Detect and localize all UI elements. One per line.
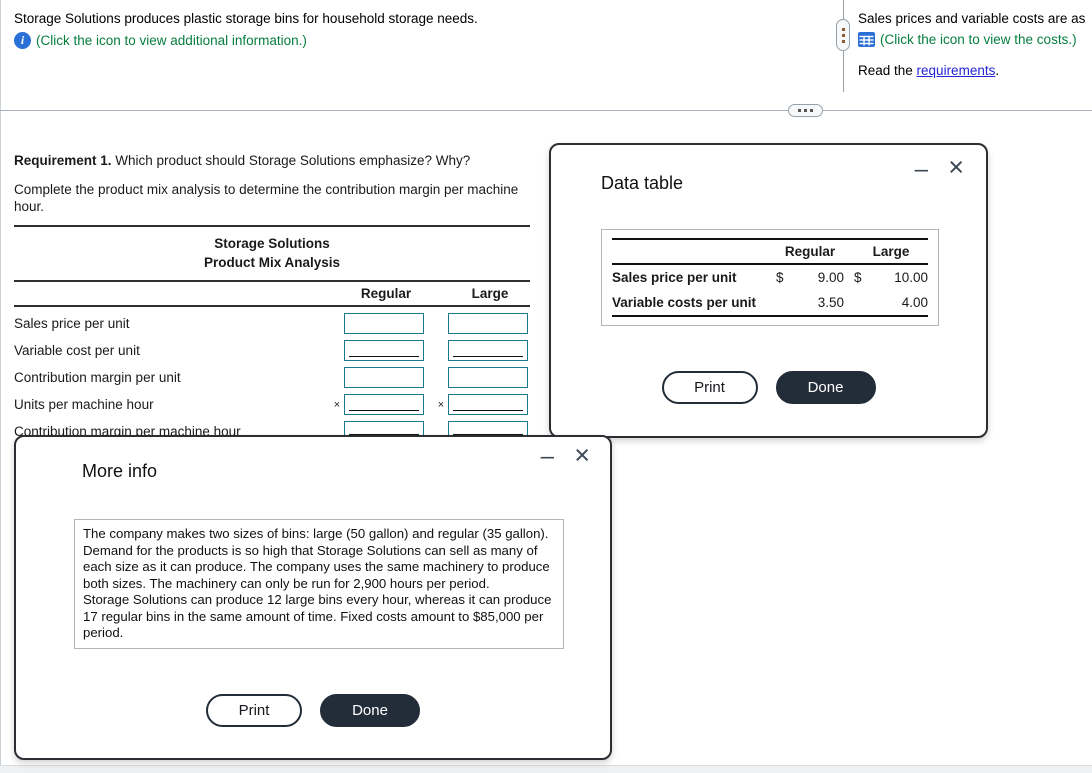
more-info-buttons: Print Done [16,694,610,727]
more-info-modal: More info – × The company makes two size… [14,435,612,760]
costs-intro-text: Sales prices and variable costs are as [858,11,1086,26]
table-titles: Storage Solutions Product Mix Analysis [14,225,530,282]
requirements-link[interactable]: requirements [917,63,996,78]
data-row-sales-price: Sales price per unit $ 9.00 $ 10.00 [612,265,928,290]
value-regular: 9.00 [817,270,844,285]
value-large: 10.00 [894,270,928,285]
multiply-symbol: × [333,398,341,411]
close-icon[interactable]: × [948,154,964,181]
table-body: Sales price per unit Variable cost per u… [14,307,530,451]
instruction-text: Complete the product mix analysis to det… [14,182,519,214]
problem-intro-pane: Storage Solutions produces plastic stora… [14,10,814,49]
costs-intro-pane: Sales prices and variable costs are as (… [858,10,1092,78]
read-suffix: . [995,63,1000,78]
column-header-regular: Regular [360,286,412,301]
input-sales-price-regular[interactable] [344,313,424,334]
row-label: Variable cost per unit [14,343,140,358]
input-contribution-margin-large[interactable] [448,367,528,388]
row-label: Units per machine hour [14,397,154,412]
read-requirements-line: Read the requirements. [858,63,1092,78]
data-table-header: Regular Large [612,240,928,265]
value-regular: 3.50 [817,295,844,310]
print-button[interactable]: Print [661,371,758,404]
answer-pane: Requirement 1. Which product should Stor… [14,145,530,451]
print-button[interactable]: Print [206,694,302,727]
data-row-variable-costs: Variable costs per unit 3.50 4.00 [612,290,928,315]
bottom-scroll-strip [0,765,1092,773]
exercise-page: Storage Solutions produces plastic stora… [0,0,1092,773]
table-row-units-per-hour: Units per machine hour × × [14,391,530,418]
column-header-large: Large [471,286,509,301]
input-variable-cost-large[interactable] [448,340,528,361]
product-mix-table: Storage Solutions Product Mix Analysis R… [14,225,530,451]
done-button[interactable]: Done [320,694,420,727]
more-info-paragraph-1: The company makes two sizes of bins: lar… [83,526,550,591]
data-col-large: Large [872,244,910,259]
problem-intro-text: Storage Solutions produces plastic stora… [14,11,478,26]
value-large: 4.00 [901,295,928,310]
table-header-row: Regular Large [14,282,530,307]
read-prefix: Read the [858,63,917,78]
data-table-modal-title: Data table [601,173,684,193]
row-label: Contribution margin per unit [14,370,181,385]
data-table-modal: Data table – × Regular Large Sales price… [549,143,988,438]
currency-symbol: $ [776,270,784,285]
more-info-modal-title: More info [82,461,158,481]
page-left-border [0,0,1,773]
info-icon[interactable]: i [14,32,31,49]
row-label: Sales price per unit [14,316,130,331]
more-info-paragraph-2: Storage Solutions can produce 12 large b… [83,592,552,640]
table-row-sales-price: Sales price per unit [14,310,530,337]
data-row-label: Sales price per unit [612,270,737,285]
more-info-text-box: The company makes two sizes of bins: lar… [74,519,564,649]
data-modal-buttons: Print Done [551,371,986,404]
multiply-symbol: × [437,398,445,411]
requirement-question: Which product should Storage Solutions e… [111,153,471,168]
data-row-label: Variable costs per unit [612,295,757,310]
close-icon[interactable]: × [574,442,590,469]
input-units-per-hour-regular[interactable] [344,394,424,415]
minimize-icon[interactable]: – [541,445,554,469]
input-variable-cost-regular[interactable] [344,340,424,361]
data-table: Regular Large Sales price per unit $ 9.0… [612,238,928,317]
input-sales-price-large[interactable] [448,313,528,334]
data-col-regular: Regular [784,244,836,259]
additional-information-link[interactable]: (Click the icon to view additional infor… [36,33,307,48]
requirement-label: Requirement 1. [14,153,112,168]
horizontal-pane-divider [0,110,1092,111]
minimize-icon[interactable]: – [915,158,928,182]
table-row-contribution-margin: Contribution margin per unit [14,364,530,391]
horizontal-divider-handle[interactable] [788,104,823,117]
table-title-company: Storage Solutions [214,236,330,251]
vertical-divider-handle[interactable] [836,19,850,51]
input-units-per-hour-large[interactable] [448,394,528,415]
input-contribution-margin-regular[interactable] [344,367,424,388]
table-row-variable-cost: Variable cost per unit [14,337,530,364]
currency-symbol: $ [854,270,862,285]
table-title-analysis: Product Mix Analysis [203,255,341,270]
view-costs-link[interactable]: (Click the icon to view the costs.) [880,32,1077,47]
requirement-line: Requirement 1. Which product should Stor… [14,152,530,169]
done-button[interactable]: Done [775,371,876,404]
data-table-box: Regular Large Sales price per unit $ 9.0… [601,229,939,326]
data-table-icon[interactable] [858,32,875,47]
